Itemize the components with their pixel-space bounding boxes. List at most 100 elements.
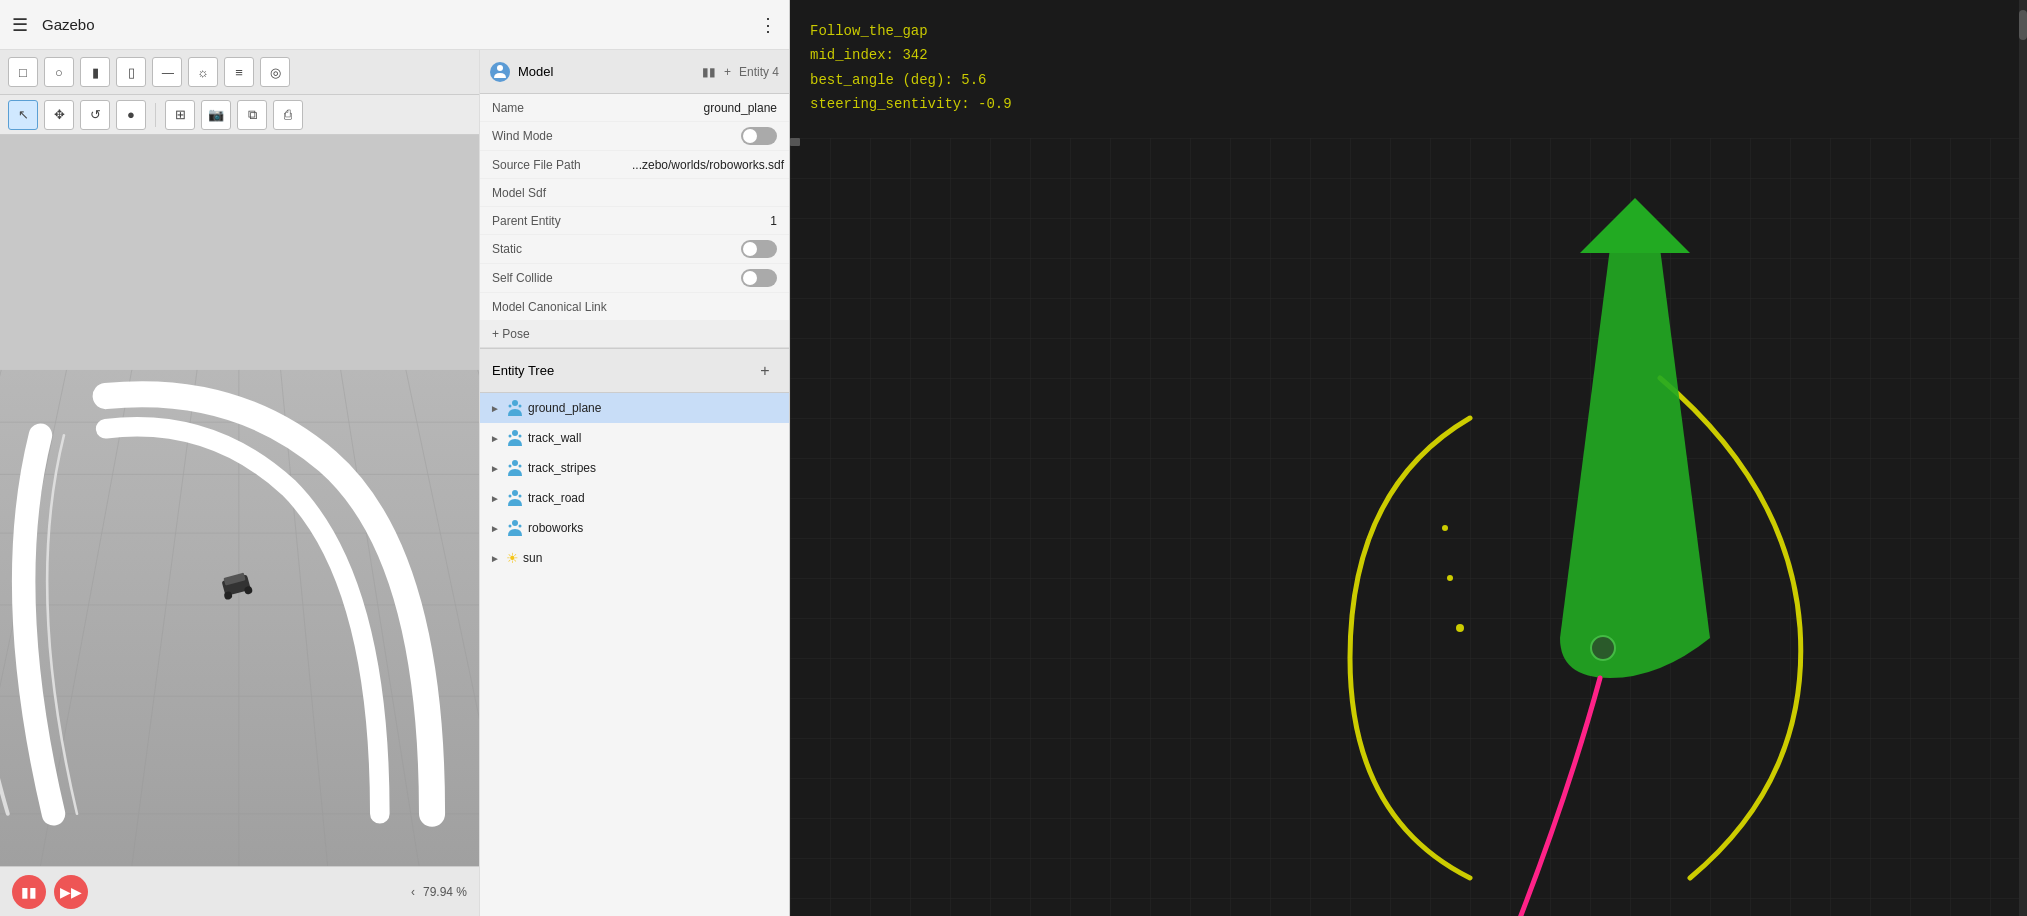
source-file-label: Source File Path — [492, 158, 632, 172]
fast-forward-button[interactable]: ▶▶ — [54, 875, 88, 909]
parent-entity-value: 1 — [632, 214, 777, 228]
camera-btn[interactable]: 📷 — [201, 100, 231, 130]
grid-view-btn[interactable]: ⊞ — [165, 100, 195, 130]
terminal-line-2: mid_index: 342 — [810, 44, 2007, 66]
viewport-area: □ ○ ▮ ▯ ⸻ ☼ ≡ ◎ ↖ ✥ ↺ ● ⊞ 📷 ⧉ ⎙ — [0, 50, 479, 916]
ellipsoid-tool-btn[interactable]: ⸻ — [152, 57, 182, 87]
svg-point-31 — [512, 490, 518, 496]
terminal-line-4: steering_sentivity: -0.9 — [810, 93, 2007, 115]
playback-controls: ▮▮ ▶▶ — [12, 875, 88, 909]
mode-btn[interactable]: ● — [116, 100, 146, 130]
collapse-arrow[interactable]: ‹ — [411, 885, 415, 899]
parent-entity-property-row: Parent Entity 1 — [480, 207, 789, 235]
tree-arrow-track-road: ► — [488, 493, 502, 504]
svg-point-34 — [512, 520, 518, 526]
model-controls: ▮▮ + Entity 4 — [702, 65, 779, 79]
svg-point-27 — [519, 435, 522, 438]
hamburger-menu-icon[interactable]: ☰ — [12, 14, 28, 36]
tree-label-ground-plane: ground_plane — [528, 401, 601, 415]
wind-mode-label: Wind Mode — [492, 129, 632, 143]
static-toggle[interactable] — [741, 240, 777, 258]
filter-tool-btn[interactable]: ◎ — [260, 57, 290, 87]
svg-point-23 — [509, 405, 512, 408]
dots-menu-icon[interactable]: ⋮ — [759, 14, 777, 36]
pause-icon[interactable]: ▮▮ — [702, 65, 716, 79]
rotate-tool-btn[interactable]: ↺ — [80, 100, 110, 130]
terminal-line-3: best_angle (deg): 5.6 — [810, 69, 2007, 91]
svg-point-28 — [512, 460, 518, 466]
svg-point-32 — [509, 495, 512, 498]
entity-tree-panel: Entity Tree + ► ground_plane ► — [480, 349, 789, 916]
add-icon[interactable]: + — [724, 65, 731, 79]
svg-point-25 — [512, 430, 518, 436]
gazebo-titlebar: ☰ Gazebo ⋮ — [0, 0, 789, 50]
tree-item-sun[interactable]: ► ☀ sun — [480, 543, 789, 573]
name-label: Name — [492, 101, 632, 115]
entity-icon-ground-plane — [506, 399, 524, 417]
tree-arrow-track-stripes: ► — [488, 463, 502, 474]
entity-icon-track-stripes — [506, 459, 524, 477]
3d-visualization-area — [790, 138, 2027, 916]
svg-point-43 — [1442, 525, 1448, 531]
tree-arrow-ground-plane: ► — [488, 403, 502, 414]
tree-item-roboworks[interactable]: ► roboworks — [480, 513, 789, 543]
box-tool-btn[interactable]: □ — [8, 57, 38, 87]
select-tool-btn[interactable]: ↖ — [8, 100, 38, 130]
static-property-row: Static — [480, 235, 789, 264]
self-collide-label: Self Collide — [492, 271, 632, 285]
properties-panel: Model ▮▮ + Entity 4 Name ground_plane Wi… — [479, 50, 789, 916]
tree-item-track-road[interactable]: ► track_road — [480, 483, 789, 513]
svg-point-29 — [509, 465, 512, 468]
entity-tree-title: Entity Tree — [492, 363, 753, 378]
svg-point-24 — [519, 405, 522, 408]
svg-point-22 — [512, 400, 518, 406]
copy-btn[interactable]: ⧉ — [237, 100, 267, 130]
terminal-output: Follow_the_gap mid_index: 342 best_angle… — [790, 0, 2027, 138]
terminal-panel: Follow_the_gap mid_index: 342 best_angle… — [790, 0, 2027, 916]
tree-arrow-sun: ► — [488, 553, 502, 564]
paste-btn[interactable]: ⎙ — [273, 100, 303, 130]
svg-point-21 — [497, 65, 503, 71]
light-tool-btn[interactable]: ☼ — [188, 57, 218, 87]
tree-label-track-wall: track_wall — [528, 431, 581, 445]
source-file-value: ...zebo/worlds/roboworks.sdf — [632, 158, 784, 172]
svg-rect-40 — [790, 138, 800, 146]
svg-point-30 — [519, 465, 522, 468]
pause-button[interactable]: ▮▮ — [12, 875, 46, 909]
entity-count-label: Entity 4 — [739, 65, 779, 79]
scroll-thumb[interactable] — [2019, 10, 2027, 40]
toolbar-row2: ↖ ✥ ↺ ● ⊞ 📷 ⧉ ⎙ — [0, 95, 479, 135]
self-collide-toggle[interactable] — [741, 269, 777, 287]
model-panel-header: Model ▮▮ + Entity 4 — [480, 50, 789, 94]
sun-icon: ☀ — [506, 550, 519, 566]
terminal-line-1: Follow_the_gap — [810, 20, 2007, 42]
sphere-tool-btn[interactable]: ○ — [44, 57, 74, 87]
model-canonical-link-property-row: Model Canonical Link — [480, 293, 789, 321]
tree-label-roboworks: roboworks — [528, 521, 583, 535]
tree-label-sun: sun — [523, 551, 542, 565]
entity-icon-track-road — [506, 489, 524, 507]
svg-point-39 — [1591, 636, 1615, 660]
entity-tree-add-button[interactable]: + — [753, 359, 777, 383]
gazebo-main: □ ○ ▮ ▯ ⸻ ☼ ≡ ◎ ↖ ✥ ↺ ● ⊞ 📷 ⧉ ⎙ — [0, 50, 789, 916]
capsule-tool-btn[interactable]: ▯ — [116, 57, 146, 87]
model-sdf-label: Model Sdf — [492, 186, 632, 200]
pose-section[interactable]: + Pose — [480, 321, 789, 348]
translate-tool-btn[interactable]: ✥ — [44, 100, 74, 130]
tree-item-ground-plane[interactable]: ► ground_plane — [480, 393, 789, 423]
tree-label-track-stripes: track_stripes — [528, 461, 596, 475]
grid-tool-btn[interactable]: ≡ — [224, 57, 254, 87]
gazebo-panel: ☰ Gazebo ⋮ □ ○ ▮ ▯ ⸻ ☼ ≡ ◎ ↖ ✥ ↺ ● — [0, 0, 790, 916]
cylinder-tool-btn[interactable]: ▮ — [80, 57, 110, 87]
scrollbar[interactable] — [2019, 0, 2027, 916]
tree-item-track-wall[interactable]: ► track_wall — [480, 423, 789, 453]
wind-mode-property-row: Wind Mode — [480, 122, 789, 151]
svg-point-36 — [519, 525, 522, 528]
3d-viewport[interactable] — [0, 135, 479, 866]
tree-item-track-stripes[interactable]: ► track_stripes — [480, 453, 789, 483]
wind-mode-toggle[interactable] — [741, 127, 777, 145]
svg-point-41 — [1456, 624, 1464, 632]
svg-point-35 — [509, 525, 512, 528]
name-value: ground_plane — [632, 101, 777, 115]
svg-rect-38 — [790, 138, 2027, 916]
